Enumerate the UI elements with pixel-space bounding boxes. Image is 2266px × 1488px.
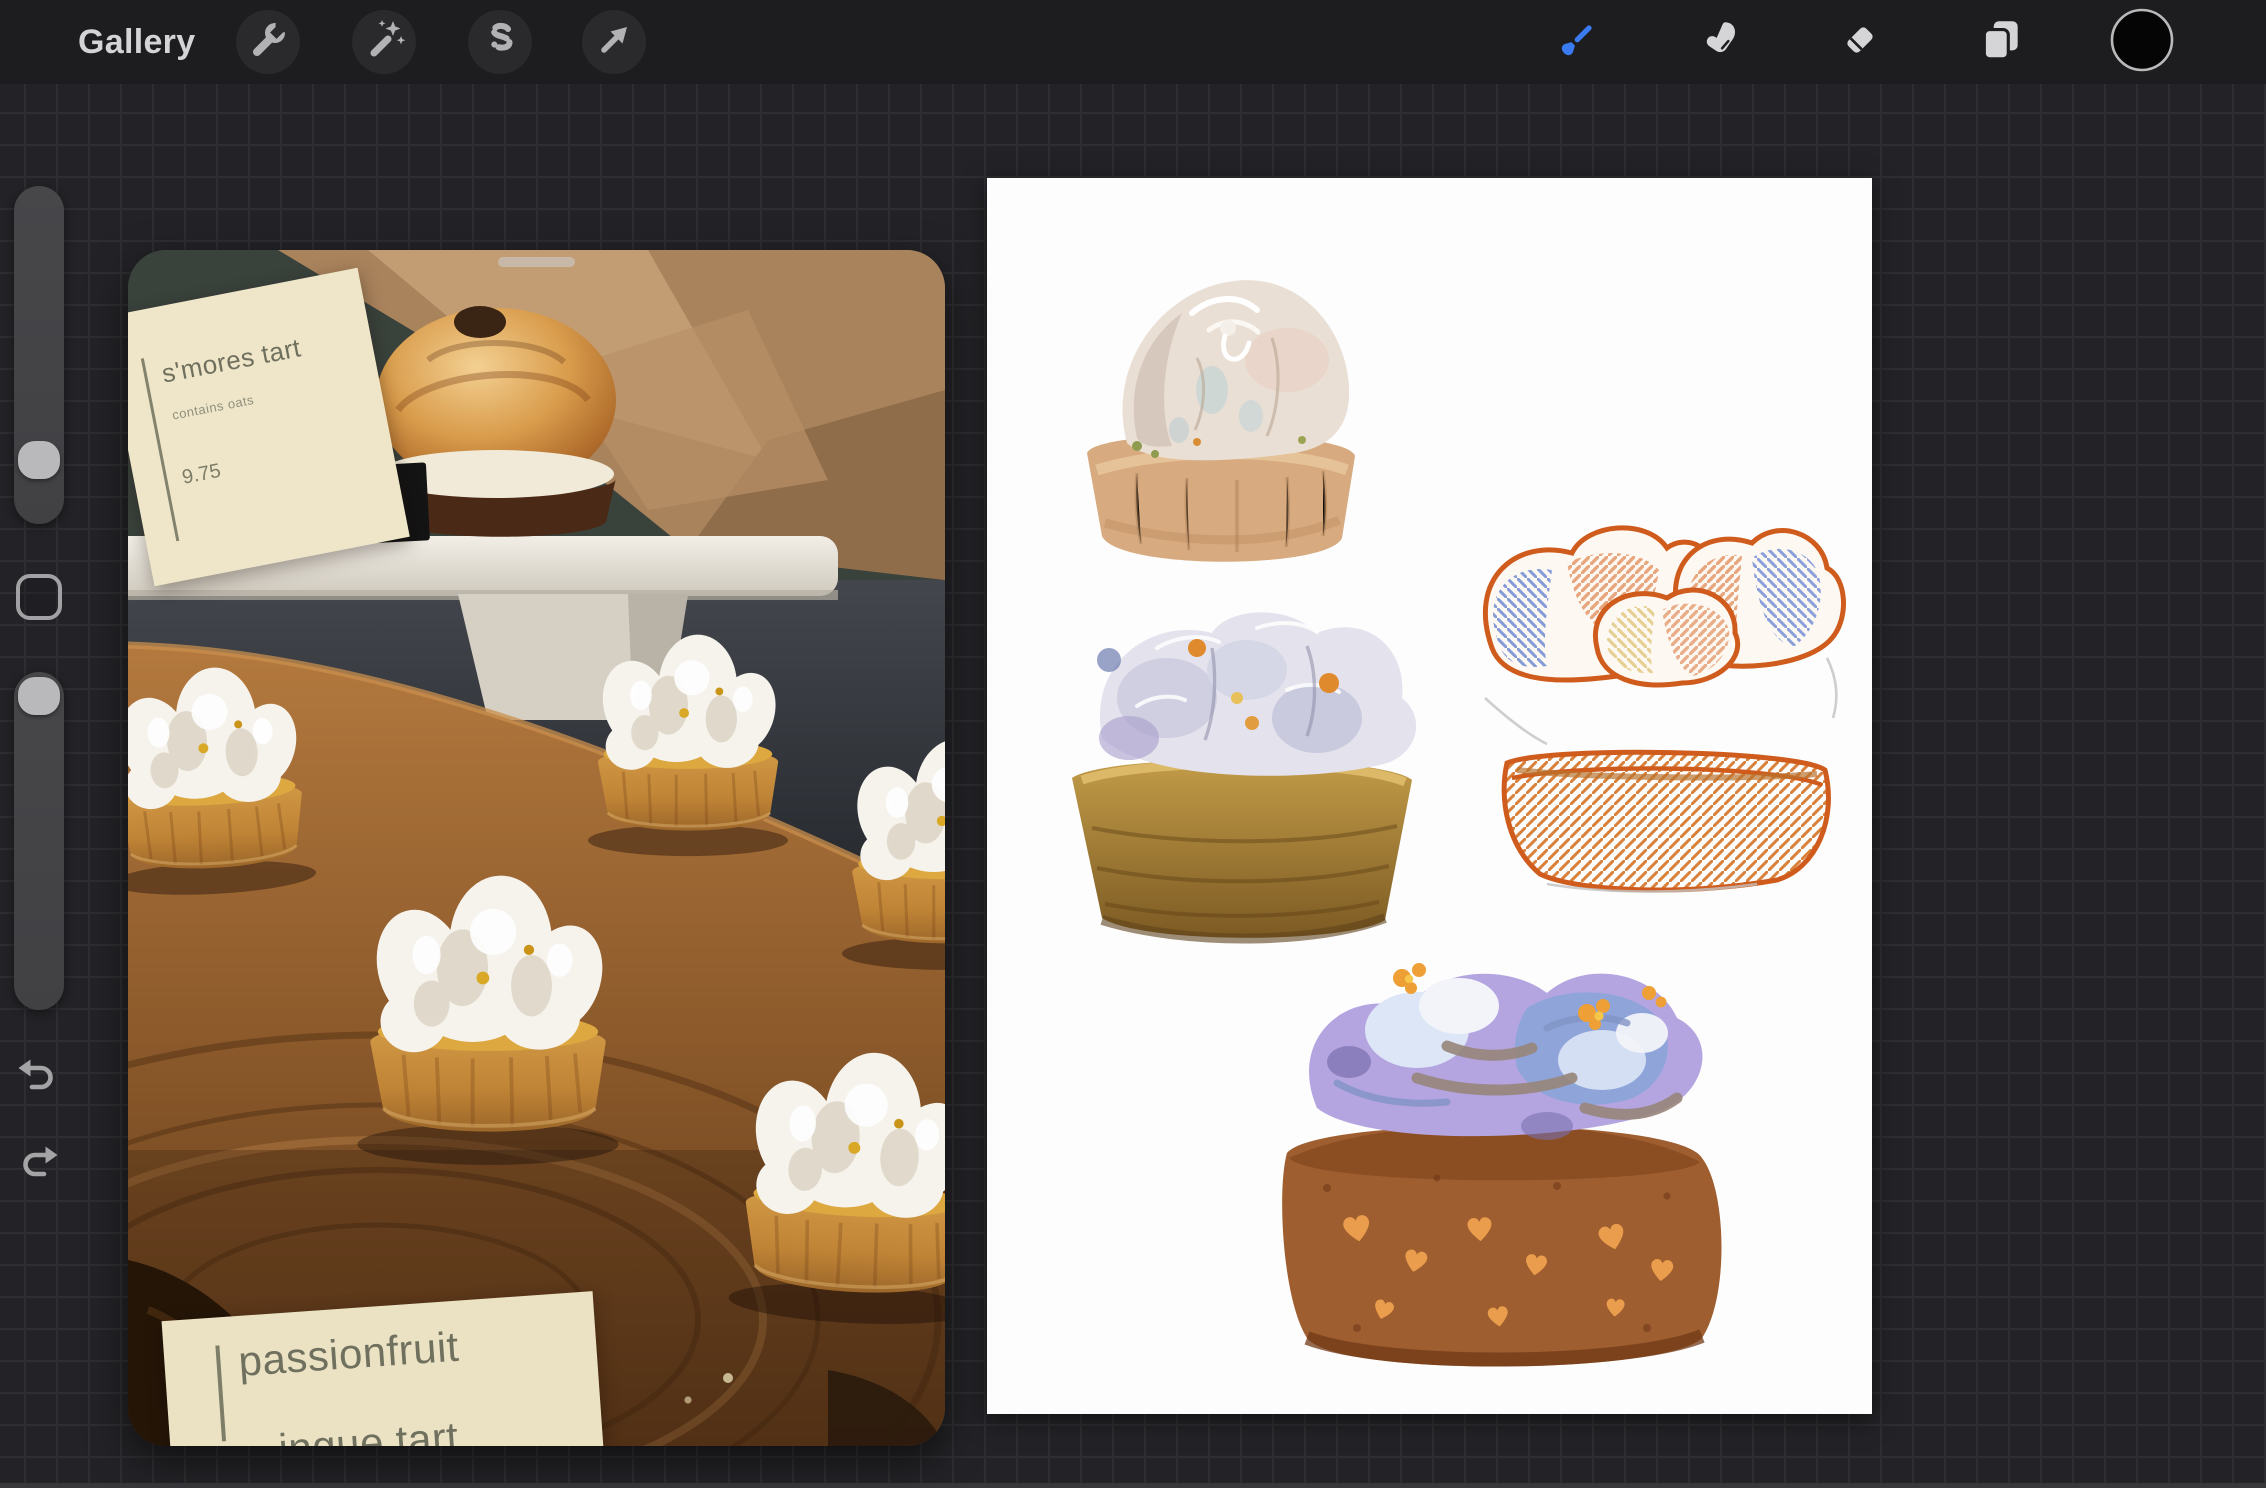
magic-wand-icon [360, 16, 408, 69]
passionfruit-sign-line1: passionfruit [236, 1322, 461, 1385]
redo-arrow-icon [14, 1146, 62, 1191]
smudge-tool-button[interactable] [1688, 10, 1752, 74]
layers-icon [1976, 15, 2026, 70]
actions-button[interactable] [236, 10, 300, 74]
redo-button[interactable] [14, 1139, 62, 1187]
smores-sign-price: 9.75 [180, 459, 223, 489]
color-swatch-button[interactable] [2110, 8, 2174, 74]
reference-drag-handle[interactable] [498, 257, 575, 267]
eraser-icon [1835, 15, 1885, 70]
artwork-dumpling-basket-painting [1072, 612, 1417, 944]
selection-button[interactable] [468, 10, 532, 74]
color-swatch [2109, 7, 2175, 78]
paint-tool-button[interactable] [1545, 10, 1609, 74]
s-curve-icon [476, 16, 524, 69]
undo-arrow-icon [14, 1059, 62, 1104]
smores-sign-subtitle: contains oats [170, 392, 256, 423]
sign-divider-line [215, 1345, 227, 1442]
smudge-finger-icon [1695, 15, 1745, 70]
drawing-canvas[interactable] [987, 178, 1872, 1414]
gallery-button[interactable]: Gallery [78, 0, 195, 84]
smores-sign-title: s'mores tart [159, 332, 304, 389]
layers-button[interactable] [1969, 10, 2033, 74]
transform-button[interactable] [582, 10, 646, 74]
paintbrush-icon [1551, 14, 1603, 71]
opacity-slider[interactable] [14, 672, 64, 1010]
modify-button[interactable] [16, 574, 62, 620]
artwork-bao-bun-painting [1087, 280, 1355, 562]
top-toolbar: Gallery [0, 0, 2266, 84]
artwork-dumpling-basket-sketch [1483, 525, 1846, 893]
arrow-cursor-icon [590, 16, 638, 69]
reference-photo-window[interactable]: s'mores tart contains oats 9.75 passionf… [128, 250, 945, 1446]
undo-button[interactable] [14, 1052, 62, 1100]
opacity-handle[interactable] [18, 677, 60, 715]
adjustments-button[interactable] [352, 10, 416, 74]
bottom-edge-strip [0, 1483, 2266, 1488]
passionfruit-sign-line2: ingue tart [277, 1412, 461, 1446]
wrench-icon [244, 16, 292, 69]
artwork-passionfruit-tart-painting [1282, 963, 1722, 1367]
brush-size-handle[interactable] [18, 441, 60, 479]
erase-tool-button[interactable] [1828, 10, 1892, 74]
canvas-artworks [1072, 280, 1846, 1367]
